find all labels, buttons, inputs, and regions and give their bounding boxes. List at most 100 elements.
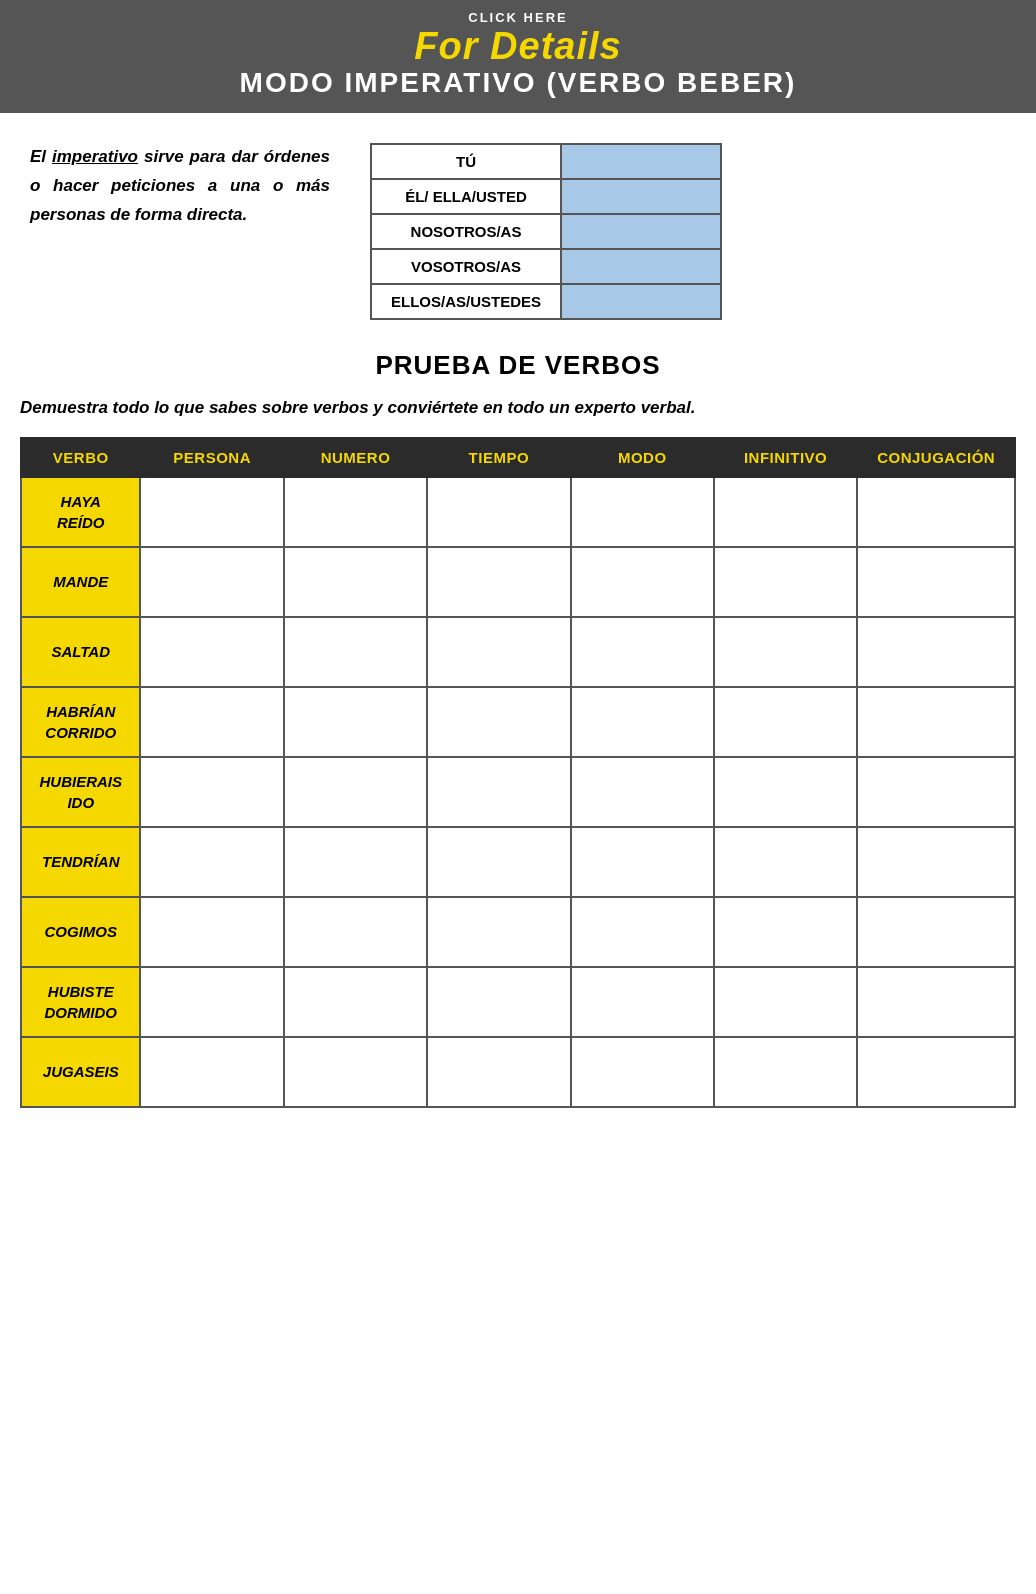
conjugation-label: TÚ bbox=[371, 144, 561, 179]
conjugation-table: TÚÉL/ ELLA/USTEDNOSOTROS/ASVOSOTROS/ASEL… bbox=[370, 143, 722, 320]
verb-cell: HUBIERAISIDO bbox=[21, 757, 140, 827]
answer-cell[interactable] bbox=[140, 617, 283, 687]
for-details-label[interactable]: For Details bbox=[0, 27, 1036, 65]
answer-cell[interactable] bbox=[571, 1037, 714, 1107]
verb-cell: TENDRÍAN bbox=[21, 827, 140, 897]
conjugation-row: NOSOTROS/AS bbox=[371, 214, 721, 249]
answer-cell[interactable] bbox=[284, 547, 427, 617]
answer-cell[interactable] bbox=[857, 757, 1015, 827]
answer-cell[interactable] bbox=[571, 827, 714, 897]
verb-cell: JUGASEIS bbox=[21, 1037, 140, 1107]
verb-cell: HUBISTEDORMIDO bbox=[21, 967, 140, 1037]
answer-cell[interactable] bbox=[714, 897, 857, 967]
table-header-cell: MODO bbox=[571, 438, 714, 477]
answer-cell[interactable] bbox=[140, 477, 283, 547]
conjugation-row: VOSOTROS/AS bbox=[371, 249, 721, 284]
answer-cell[interactable] bbox=[427, 687, 570, 757]
verb-table: VERBOPERSONANUMEROTIEMPOMODOINFINITIVOCO… bbox=[20, 437, 1016, 1108]
answer-cell[interactable] bbox=[714, 477, 857, 547]
table-row: HUBIERAISIDO bbox=[21, 757, 1015, 827]
answer-cell[interactable] bbox=[714, 757, 857, 827]
page-title: MODO IMPERATIVO (VERBO BEBER) bbox=[0, 67, 1036, 99]
answer-cell[interactable] bbox=[714, 827, 857, 897]
answer-cell[interactable] bbox=[857, 1037, 1015, 1107]
answer-cell[interactable] bbox=[140, 967, 283, 1037]
answer-cell[interactable] bbox=[284, 897, 427, 967]
answer-cell[interactable] bbox=[140, 757, 283, 827]
answer-cell[interactable] bbox=[140, 547, 283, 617]
answer-cell[interactable] bbox=[427, 547, 570, 617]
answer-cell[interactable] bbox=[714, 617, 857, 687]
table-row: HUBISTEDORMIDO bbox=[21, 967, 1015, 1037]
answer-cell[interactable] bbox=[284, 617, 427, 687]
answer-cell[interactable] bbox=[714, 547, 857, 617]
intro-paragraph: El imperativo sirve para dar órdenes o h… bbox=[30, 143, 330, 230]
answer-cell[interactable] bbox=[571, 897, 714, 967]
table-header-cell: CONJUGACIÓN bbox=[857, 438, 1015, 477]
answer-cell[interactable] bbox=[427, 757, 570, 827]
answer-cell[interactable] bbox=[140, 897, 283, 967]
table-header-cell: VERBO bbox=[21, 438, 140, 477]
answer-cell[interactable] bbox=[427, 827, 570, 897]
conjugation-label: ELLOS/AS/USTEDES bbox=[371, 284, 561, 319]
answer-cell[interactable] bbox=[284, 1037, 427, 1107]
table-header-cell: NUMERO bbox=[284, 438, 427, 477]
conjugation-label: NOSOTROS/AS bbox=[371, 214, 561, 249]
conjugation-value bbox=[561, 214, 721, 249]
prueba-title: PRUEBA DE VERBOS bbox=[20, 350, 1016, 381]
answer-cell[interactable] bbox=[714, 1037, 857, 1107]
table-row: SALTAD bbox=[21, 617, 1015, 687]
verb-cell: SALTAD bbox=[21, 617, 140, 687]
table-row: HAYAREÍDO bbox=[21, 477, 1015, 547]
answer-cell[interactable] bbox=[714, 967, 857, 1037]
verb-cell: HAYAREÍDO bbox=[21, 477, 140, 547]
conjugation-label: VOSOTROS/AS bbox=[371, 249, 561, 284]
answer-cell[interactable] bbox=[427, 617, 570, 687]
answer-cell[interactable] bbox=[571, 617, 714, 687]
conjugation-value bbox=[561, 179, 721, 214]
answer-cell[interactable] bbox=[140, 1037, 283, 1107]
click-here-label: CLICK HERE bbox=[0, 10, 1036, 25]
table-row: HABRÍANCORRIDO bbox=[21, 687, 1015, 757]
verb-cell: HABRÍANCORRIDO bbox=[21, 687, 140, 757]
answer-cell[interactable] bbox=[571, 967, 714, 1037]
table-header-cell: PERSONA bbox=[140, 438, 283, 477]
intro-section: El imperativo sirve para dar órdenes o h… bbox=[0, 113, 1036, 340]
conjugation-row: ELLOS/AS/USTEDES bbox=[371, 284, 721, 319]
answer-cell[interactable] bbox=[714, 687, 857, 757]
answer-cell[interactable] bbox=[857, 967, 1015, 1037]
answer-cell[interactable] bbox=[140, 687, 283, 757]
answer-cell[interactable] bbox=[857, 897, 1015, 967]
answer-cell[interactable] bbox=[284, 827, 427, 897]
prueba-description: Demuestra todo lo que sabes sobre verbos… bbox=[20, 395, 1016, 421]
answer-cell[interactable] bbox=[857, 687, 1015, 757]
answer-cell[interactable] bbox=[857, 547, 1015, 617]
answer-cell[interactable] bbox=[427, 967, 570, 1037]
conjugation-value bbox=[561, 249, 721, 284]
answer-cell[interactable] bbox=[857, 827, 1015, 897]
conjugation-row: TÚ bbox=[371, 144, 721, 179]
answer-cell[interactable] bbox=[284, 687, 427, 757]
table-row: COGIMOS bbox=[21, 897, 1015, 967]
answer-cell[interactable] bbox=[427, 897, 570, 967]
imperativo-underline: imperativo bbox=[52, 147, 138, 166]
conjugation-value bbox=[561, 284, 721, 319]
verb-cell: MANDE bbox=[21, 547, 140, 617]
answer-cell[interactable] bbox=[284, 477, 427, 547]
table-row: TENDRÍAN bbox=[21, 827, 1015, 897]
answer-cell[interactable] bbox=[427, 1037, 570, 1107]
answer-cell[interactable] bbox=[857, 617, 1015, 687]
answer-cell[interactable] bbox=[284, 757, 427, 827]
answer-cell[interactable] bbox=[571, 687, 714, 757]
answer-cell[interactable] bbox=[857, 477, 1015, 547]
answer-cell[interactable] bbox=[571, 477, 714, 547]
page-header: CLICK HERE For Details MODO IMPERATIVO (… bbox=[0, 0, 1036, 113]
table-header-cell: TIEMPO bbox=[427, 438, 570, 477]
answer-cell[interactable] bbox=[427, 477, 570, 547]
table-row: JUGASEIS bbox=[21, 1037, 1015, 1107]
answer-cell[interactable] bbox=[571, 547, 714, 617]
table-row: MANDE bbox=[21, 547, 1015, 617]
answer-cell[interactable] bbox=[571, 757, 714, 827]
answer-cell[interactable] bbox=[140, 827, 283, 897]
answer-cell[interactable] bbox=[284, 967, 427, 1037]
